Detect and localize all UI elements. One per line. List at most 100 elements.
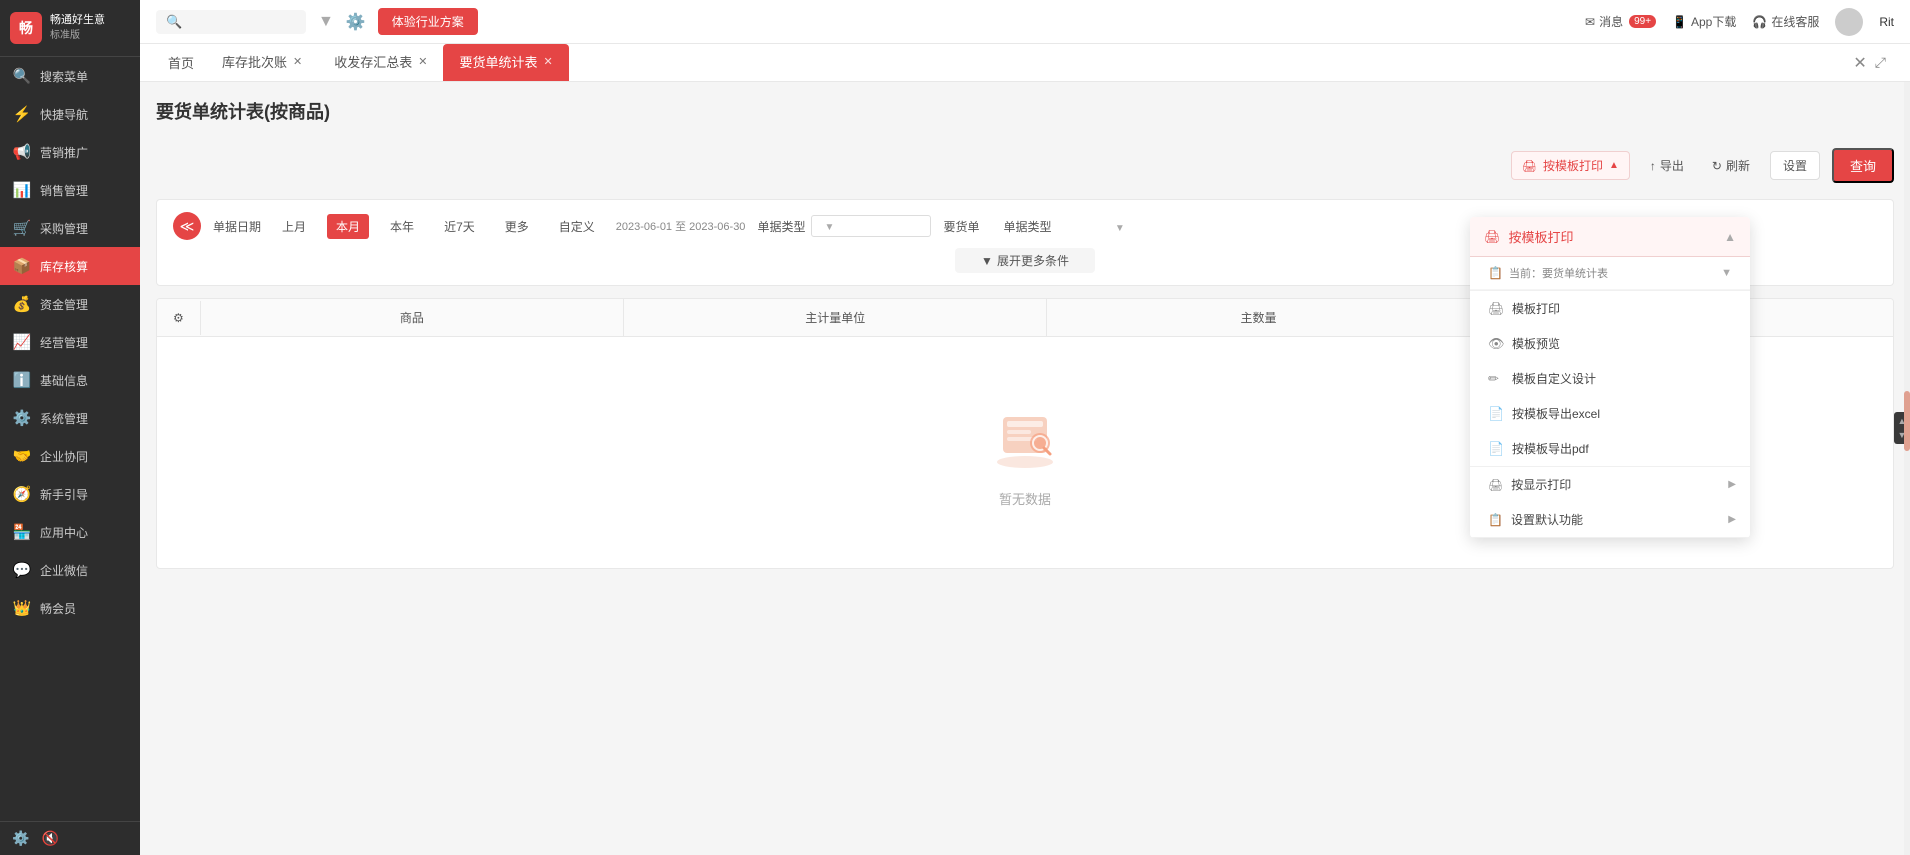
dropdown-arrow-icon[interactable]: ▼ xyxy=(318,13,334,31)
sidebar-item-sales[interactable]: 📊 销售管理 xyxy=(0,171,140,209)
export-icon: ↑ xyxy=(1650,159,1656,173)
current-template-icon: 📋 xyxy=(1488,266,1503,280)
filter-expand-btn[interactable]: ▼ 展开更多条件 xyxy=(955,248,1095,273)
online-support-action[interactable]: 🎧 在线客服 xyxy=(1752,13,1819,30)
cargo-filter: 要货单 xyxy=(943,218,979,235)
purchase-icon: 🛒 xyxy=(12,219,32,237)
finance-icon: 💰 xyxy=(12,295,32,313)
dropdown-set-default[interactable]: 📋 设置默认功能 ▶ xyxy=(1470,502,1750,537)
tab-close-batch-account[interactable]: ✕ xyxy=(293,55,302,68)
query-btn[interactable]: 查询 xyxy=(1832,148,1894,183)
tab-order-stats[interactable]: 要货单统计表 ✕ xyxy=(443,44,568,81)
tab-batch-account[interactable]: 库存批次账 ✕ xyxy=(206,44,318,81)
dropdown-display-print[interactable]: 🖨 按显示打印 ▶ xyxy=(1470,467,1750,502)
sales-icon: 📊 xyxy=(12,181,32,199)
date-current-year-btn[interactable]: 本年 xyxy=(381,214,423,239)
sidebar-item-operation[interactable]: 📈 经营管理 xyxy=(0,323,140,361)
sidebar-item-shortcut[interactable]: ⚡ 快捷导航 xyxy=(0,95,140,133)
search-menu-item[interactable]: 🔍 搜索菜单 xyxy=(0,57,140,95)
sidebar-item-system[interactable]: ⚙️ 系统管理 xyxy=(0,399,140,437)
dropdown-current-section: 📋 当前：要货单统计表 ▼ xyxy=(1470,257,1750,291)
tab-receipt-summary[interactable]: 收发存汇总表 ✕ xyxy=(318,44,443,81)
main-area: 🔍 ▼ ⚙️ 体验行业方案 ✉ 消息 99+ 📱 App下载 🎧 在线客服 Ri… xyxy=(140,0,1910,855)
toolbar: 🖨 按模板打印 ▲ ↑ 导出 ↻ 刷新 设置 查询 xyxy=(156,140,1894,191)
username: Rit xyxy=(1879,15,1894,29)
tab-home[interactable]: 首页 xyxy=(156,45,206,80)
content-area: 要货单统计表(按商品) 🖨 按模板打印 ▲ ↑ 导出 ↻ 刷新 设置 查询 ≪ xyxy=(140,82,1910,855)
filter-collapse-btn[interactable]: ≪ xyxy=(173,212,201,240)
sidebar-item-purchase[interactable]: 🛒 采购管理 xyxy=(0,209,140,247)
refresh-icon: ↻ xyxy=(1712,159,1722,173)
dropdown-template-print[interactable]: 🖨 模板打印 xyxy=(1470,291,1750,326)
th-quantity: 主数量 xyxy=(1047,299,1470,336)
template-pdf-icon: 📄 xyxy=(1488,441,1504,457)
shortcut-icon: ⚡ xyxy=(12,105,32,123)
wechat-icon: 💬 xyxy=(12,561,32,579)
sidebar-item-corp[interactable]: 🤝 企业协同 xyxy=(0,437,140,475)
headphone-icon: 🎧 xyxy=(1752,15,1767,29)
dropdown-template-pdf[interactable]: 📄 按模板导出pdf xyxy=(1470,431,1750,466)
brand-icon: 畅 xyxy=(10,12,42,44)
date-prev-month-btn[interactable]: 上月 xyxy=(273,214,315,239)
tab-close-receipt-summary[interactable]: ✕ xyxy=(418,55,427,68)
dropdown-chevron-up: ▲ xyxy=(1724,230,1736,244)
settings-bottom-icon[interactable]: ⚙️ xyxy=(12,830,29,847)
display-print-icon: 🖨 xyxy=(1488,478,1503,492)
settings-btn[interactable]: 设置 xyxy=(1770,151,1820,180)
app-download-action[interactable]: 📱 App下载 xyxy=(1672,13,1736,30)
inventory-icon: 📦 xyxy=(12,257,32,275)
print-dropdown-menu: 🖨 按模板打印 ▲ 📋 当前：要货单统计表 ▼ 🖨 模板打印 xyxy=(1470,217,1750,538)
tabs-bar: 首页 库存批次账 ✕ 收发存汇总表 ✕ 要货单统计表 ✕ ✕ ⤢ xyxy=(140,44,1910,82)
sidebar-item-inventory[interactable]: 📦 库存核算 xyxy=(0,247,140,285)
basic-icon: ℹ️ xyxy=(12,371,32,389)
doc-type-select[interactable]: ▼ xyxy=(811,215,931,237)
trial-button[interactable]: 体验行业方案 xyxy=(378,8,478,35)
dropdown-template-preview[interactable]: 👁 模板预览 xyxy=(1470,326,1750,361)
print-dropdown-icon: 🖨 xyxy=(1484,229,1501,245)
sidebar-item-basic[interactable]: ℹ️ 基础信息 xyxy=(0,361,140,399)
select-dropdown-icon: ▼ xyxy=(824,222,834,233)
dropdown-header[interactable]: 🖨 按模板打印 ▲ xyxy=(1470,217,1750,257)
dropdown-template-excel[interactable]: 📄 按模板导出excel xyxy=(1470,396,1750,431)
current-template-label[interactable]: 📋 当前：要货单统计表 ▼ xyxy=(1470,257,1750,290)
close-window-icon[interactable]: ✕ xyxy=(1853,53,1866,73)
date-last-7-days-btn[interactable]: 近7天 xyxy=(435,214,484,239)
tab-close-order-stats[interactable]: ✕ xyxy=(544,55,553,68)
dropdown-template-design[interactable]: ✏ 模板自定义设计 xyxy=(1470,361,1750,396)
date-custom-btn[interactable]: 自定义 xyxy=(550,214,604,239)
sidebar-item-marketing[interactable]: 📢 营销推广 xyxy=(0,133,140,171)
sidebar-item-wechat[interactable]: 💬 企业微信 xyxy=(0,551,140,589)
print-template-btn[interactable]: 🖨 按模板打印 ▲ xyxy=(1511,151,1630,180)
date-range-display: 2023-06-01 至 2023-06-30 xyxy=(616,218,746,234)
set-default-icon: 📋 xyxy=(1488,513,1503,527)
sidebar-item-apps[interactable]: 🏪 应用中心 xyxy=(0,513,140,551)
mute-icon[interactable]: 🔇 xyxy=(41,830,58,847)
search-input[interactable] xyxy=(188,15,296,29)
doc-type-filter2: 单据类型 ▼ xyxy=(1003,218,1124,235)
sidebar-item-finance[interactable]: 💰 资金管理 xyxy=(0,285,140,323)
topbar-search-box[interactable]: 🔍 xyxy=(156,10,306,34)
guide-icon: 🧭 xyxy=(12,485,32,503)
expand-arrow-icon: ▼ xyxy=(981,254,993,268)
th-settings[interactable]: ⚙ xyxy=(157,301,201,335)
apps-icon: 🏪 xyxy=(12,523,32,541)
refresh-btn[interactable]: ↻ 刷新 xyxy=(1704,153,1758,178)
cargo-label: 要货单 xyxy=(943,218,979,235)
date-more-btn[interactable]: 更多 xyxy=(496,214,538,239)
scroll-thumb[interactable] xyxy=(1904,391,1910,451)
export-btn[interactable]: ↑ 导出 xyxy=(1642,153,1692,178)
maximize-window-icon[interactable]: ⤢ xyxy=(1875,54,1886,71)
template-design-icon: ✏ xyxy=(1488,371,1504,387)
sidebar: 畅 畅通好生意 标准版 🔍 搜索菜单 ⚡ 快捷导航 📢 营销推广 📊 销售管理 … xyxy=(0,0,140,855)
marketing-icon: 📢 xyxy=(12,143,32,161)
date-current-month-btn[interactable]: 本月 xyxy=(327,214,369,239)
sidebar-item-guide[interactable]: 🧭 新手引导 xyxy=(0,475,140,513)
doc-type-filter: 单据类型 ▼ xyxy=(757,215,931,237)
current-chevron-icon: ▼ xyxy=(1721,267,1732,279)
avatar[interactable] xyxy=(1835,8,1863,36)
sidebar-item-member[interactable]: 👑 畅会员 xyxy=(0,589,140,627)
messages-action[interactable]: ✉ 消息 99+ xyxy=(1585,13,1656,30)
topbar-settings-icon[interactable]: ⚙️ xyxy=(346,12,366,32)
topbar: 🔍 ▼ ⚙️ 体验行业方案 ✉ 消息 99+ 📱 App下载 🎧 在线客服 Ri… xyxy=(140,0,1910,44)
brand-text: 畅通好生意 标准版 xyxy=(50,13,105,42)
